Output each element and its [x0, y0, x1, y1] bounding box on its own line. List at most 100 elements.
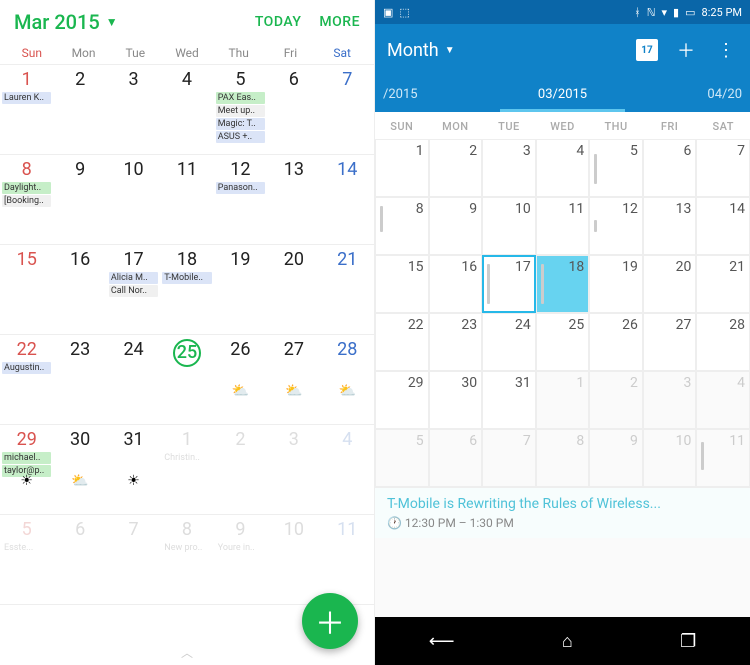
day-cell[interactable]: 16 [429, 255, 483, 313]
day-cell[interactable]: 4 [321, 425, 374, 515]
more-button[interactable]: MORE [319, 14, 360, 30]
day-cell[interactable]: 3 [107, 65, 160, 155]
day-cell[interactable]: 19 [214, 245, 267, 335]
day-cell[interactable]: 25 [536, 313, 590, 371]
event-chip[interactable]: T-Mobile.. [162, 272, 211, 284]
day-cell[interactable]: 5PAX Eas..Meet up..Magic: T..ASUS +.. [214, 65, 267, 155]
day-cell[interactable]: 4 [696, 371, 750, 429]
day-cell[interactable]: 6 [429, 429, 483, 487]
day-cell[interactable]: 31☀ [107, 425, 160, 515]
day-cell[interactable]: 9 [53, 155, 106, 245]
current-month-tab[interactable]: 03/2015 [503, 87, 623, 102]
today-button[interactable]: 17 [636, 39, 658, 61]
day-cell[interactable]: 1 [375, 139, 429, 197]
event-chip[interactable]: Esste... [2, 542, 51, 554]
event-chip[interactable]: Augustin.. [2, 362, 51, 374]
day-cell[interactable]: 28⛅ [321, 335, 374, 425]
day-cell[interactable]: 30⛅ [53, 425, 106, 515]
day-cell[interactable]: 21 [696, 255, 750, 313]
day-cell[interactable]: 10 [107, 155, 160, 245]
day-cell[interactable]: 22 [375, 313, 429, 371]
day-cell[interactable]: 7 [696, 139, 750, 197]
day-cell[interactable]: 5Esste... [0, 515, 53, 605]
day-cell[interactable]: 3 [267, 425, 320, 515]
day-cell[interactable]: 4 [160, 65, 213, 155]
day-cell[interactable]: 11 [160, 155, 213, 245]
day-cell[interactable]: 13 [643, 197, 697, 255]
add-button[interactable]: ＋ [674, 37, 698, 63]
day-cell[interactable]: 26⛅ [214, 335, 267, 425]
day-cell[interactable]: 17Alicia M..Call Nor.. [107, 245, 160, 335]
day-cell[interactable]: 1 [536, 371, 590, 429]
day-cell[interactable]: 26 [589, 313, 643, 371]
event-chip[interactable]: Magic: T.. [216, 118, 265, 130]
agenda-item[interactable]: T-Mobile is Rewriting the Rules of Wirel… [375, 487, 750, 538]
day-cell[interactable]: 4 [536, 139, 590, 197]
day-cell[interactable]: 3 [643, 371, 697, 429]
day-cell[interactable]: 16 [53, 245, 106, 335]
day-cell[interactable]: 20 [267, 245, 320, 335]
day-cell[interactable]: 8 [536, 429, 590, 487]
day-cell[interactable]: 18T-Mobile.. [160, 245, 213, 335]
month-picker[interactable]: Mar 2015 ▼ [14, 10, 118, 34]
day-cell[interactable]: 24 [482, 313, 536, 371]
day-cell[interactable]: 10 [482, 197, 536, 255]
day-cell[interactable]: 28 [696, 313, 750, 371]
event-chip[interactable]: [Booking.. [2, 195, 51, 207]
day-cell[interactable]: 25 [160, 335, 213, 425]
day-cell[interactable]: 3 [482, 139, 536, 197]
event-chip[interactable]: New pro.. [162, 542, 211, 554]
day-cell[interactable]: 2 [53, 65, 106, 155]
event-chip[interactable]: PAX Eas.. [216, 92, 265, 104]
day-cell[interactable]: 27⛅ [267, 335, 320, 425]
day-cell[interactable]: 6 [643, 139, 697, 197]
day-cell[interactable]: 11 [536, 197, 590, 255]
event-chip[interactable]: Panason.. [216, 182, 265, 194]
event-chip[interactable]: Daylight.. [2, 182, 51, 194]
event-chip[interactable]: Alicia M.. [109, 272, 158, 284]
home-button[interactable]: ⌂ [562, 631, 573, 652]
day-cell[interactable]: 14 [696, 197, 750, 255]
month-tabs[interactable]: /2015 03/2015 04/20 [375, 76, 750, 112]
day-cell[interactable]: 15 [0, 245, 53, 335]
day-cell[interactable]: 31 [482, 371, 536, 429]
event-chip[interactable]: Meet up.. [216, 105, 265, 117]
day-cell[interactable]: 19 [589, 255, 643, 313]
day-cell[interactable]: 5 [375, 429, 429, 487]
add-event-fab[interactable]: ＋ [302, 593, 358, 649]
day-cell[interactable]: 22Augustin.. [0, 335, 53, 425]
view-picker[interactable]: Month ▼ [387, 40, 455, 61]
chevron-up-icon[interactable]: ︿ [181, 644, 193, 661]
day-cell[interactable]: 23 [53, 335, 106, 425]
day-cell[interactable]: 1Lauren K.. [0, 65, 53, 155]
day-cell[interactable]: 12Panason.. [214, 155, 267, 245]
day-cell[interactable]: 24 [107, 335, 160, 425]
day-cell[interactable]: 27 [643, 313, 697, 371]
today-button[interactable]: TODAY [255, 14, 302, 30]
day-cell[interactable]: 17 [482, 255, 536, 313]
day-cell[interactable]: 6 [53, 515, 106, 605]
day-cell[interactable]: 8New pro.. [160, 515, 213, 605]
day-cell[interactable]: 2 [429, 139, 483, 197]
day-cell[interactable]: 21 [321, 245, 374, 335]
day-cell[interactable]: 9 [589, 429, 643, 487]
day-cell[interactable]: 10 [267, 515, 320, 605]
recents-button[interactable]: ❐ [680, 631, 696, 652]
day-cell[interactable]: 30 [429, 371, 483, 429]
day-cell[interactable]: 29☀michael..taylor@p.. [0, 425, 53, 515]
day-cell[interactable]: 1Christin.. [160, 425, 213, 515]
back-button[interactable]: ⟵ [429, 631, 455, 652]
day-cell[interactable]: 11 [696, 429, 750, 487]
event-chip[interactable]: Call Nor.. [109, 285, 158, 297]
day-cell[interactable]: 7 [321, 65, 374, 155]
event-chip[interactable]: ASUS +.. [216, 131, 265, 143]
day-cell[interactable]: 7 [482, 429, 536, 487]
day-cell[interactable]: 15 [375, 255, 429, 313]
overflow-menu-icon[interactable]: ⋮ [714, 40, 738, 61]
day-cell[interactable]: 7 [107, 515, 160, 605]
event-chip[interactable]: Youre in.. [216, 542, 265, 554]
event-chip[interactable]: michael.. [2, 452, 51, 464]
day-cell[interactable]: 12 [589, 197, 643, 255]
day-cell[interactable]: 5 [589, 139, 643, 197]
prev-month-tab[interactable]: /2015 [375, 87, 503, 102]
